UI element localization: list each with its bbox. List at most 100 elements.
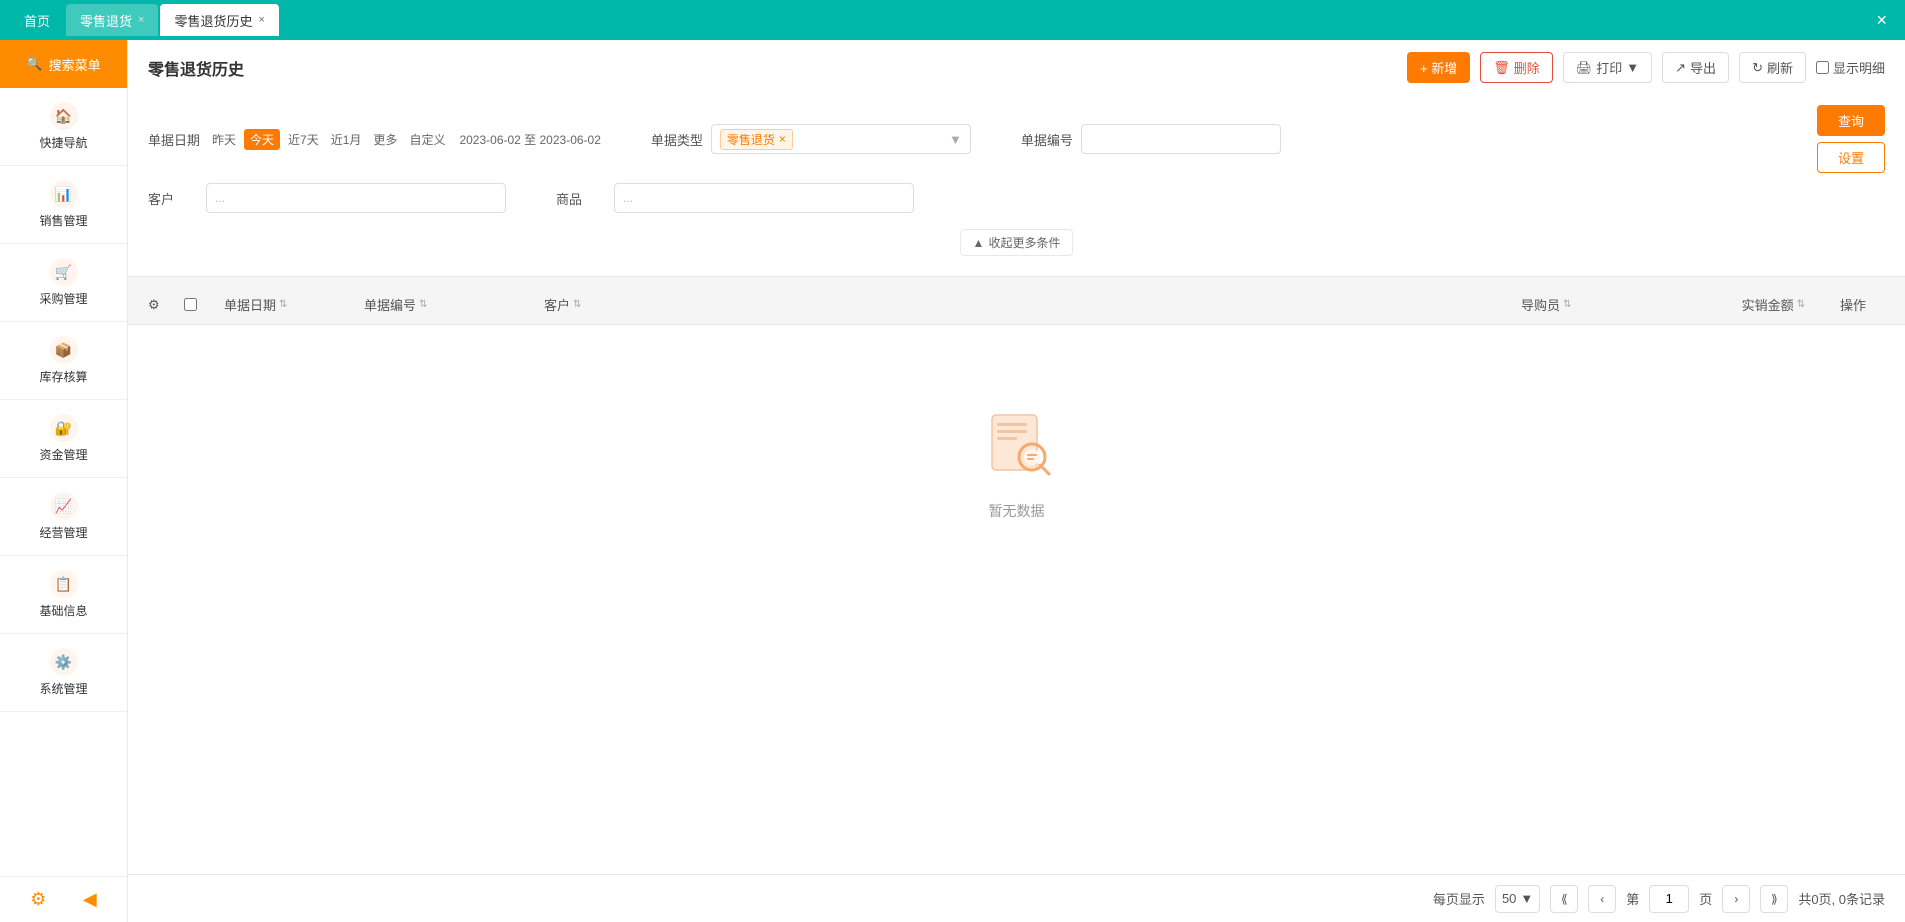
empty-state: 暂无数据 bbox=[128, 325, 1905, 601]
date-sort-icon[interactable]: ⇅ bbox=[279, 299, 287, 310]
per-page-label: 每页显示 bbox=[1433, 889, 1485, 908]
th-amount-label: 实销金额 bbox=[1742, 295, 1794, 314]
th-amount: 实销金额 ⇅ bbox=[1673, 295, 1813, 314]
more-shortcut[interactable]: 更多 bbox=[369, 129, 401, 150]
query-button[interactable]: 查询 bbox=[1817, 105, 1885, 136]
top-bar: 首页 零售退货 × 零售退货历史 × × bbox=[0, 0, 1905, 40]
next-page-button[interactable]: › bbox=[1722, 885, 1750, 913]
page-title-row: 零售退货历史 + 新增 🗑 删除 🖨 打印 ▼ ↗ 导出 bbox=[148, 52, 1885, 83]
bill-type-tag: 零售退货 × bbox=[720, 129, 793, 150]
table-settings-icon[interactable]: ⚙ bbox=[148, 297, 160, 313]
th-checkbox[interactable] bbox=[176, 298, 216, 311]
date-filter-item: 单据日期 昨天 今天 近7天 近1月 更多 自定义 bbox=[148, 129, 449, 150]
sys-mgmt-icon: ⚙️ bbox=[50, 648, 78, 676]
retail-return-close-icon[interactable]: × bbox=[138, 14, 144, 26]
page-size-value: 50 bbox=[1502, 891, 1516, 906]
delete-icon: 🗑 bbox=[1493, 60, 1510, 76]
bill-no-filter-item: 单据编号 bbox=[1021, 124, 1281, 154]
bill-type-select[interactable]: 零售退货 × ▼ bbox=[711, 124, 971, 154]
date-range-display: 2023-06-02 至 2023-06-02 bbox=[459, 131, 600, 148]
th-date: 单据日期 ⇅ bbox=[216, 295, 356, 314]
amount-sort-icon[interactable]: ⇅ bbox=[1797, 299, 1805, 310]
customer-select[interactable]: ... bbox=[206, 183, 506, 213]
tab-retail-return[interactable]: 零售退货 × bbox=[66, 4, 158, 36]
sidebar-item-purchase-mgmt[interactable]: 🛒 采购管理 bbox=[0, 244, 127, 322]
customer-label: 客户 bbox=[148, 189, 198, 208]
last7days-shortcut[interactable]: 近7天 bbox=[284, 129, 323, 150]
window-close-button[interactable]: × bbox=[1868, 10, 1895, 31]
retail-return-history-close-icon[interactable]: × bbox=[258, 14, 264, 26]
yesterday-shortcut[interactable]: 昨天 bbox=[208, 129, 240, 150]
page-label: 页 bbox=[1699, 889, 1712, 908]
inventory-label: 库存核算 bbox=[39, 368, 87, 385]
search-icon: 🔍 bbox=[26, 56, 42, 72]
pagination-bar: 每页显示 50 ▼ ⟪ ‹ 第 页 › ⟫ 共0页, 0条记录 bbox=[128, 874, 1905, 922]
toolbar: + 新增 🗑 删除 🖨 打印 ▼ ↗ 导出 ↻ bbox=[1407, 52, 1885, 83]
chapter-label: 第 bbox=[1626, 889, 1639, 908]
sidebar-item-operations[interactable]: 📈 经营管理 bbox=[0, 478, 127, 556]
th-billno: 单据编号 ⇅ bbox=[356, 295, 536, 314]
home-tab-label: 首页 bbox=[24, 11, 50, 30]
filter-row-2: 客户 ... 商品 ... bbox=[148, 183, 1885, 213]
sidebar-collapse-icon[interactable]: ◀ bbox=[83, 889, 97, 910]
page-header: 零售退货历史 + 新增 🗑 删除 🖨 打印 ▼ ↗ 导出 bbox=[128, 40, 1905, 277]
tab-home[interactable]: 首页 bbox=[10, 4, 64, 36]
show-detail-checkbox[interactable] bbox=[1816, 61, 1829, 74]
table-header: ⚙ 单据日期 ⇅ 单据编号 ⇅ 客户 ⇅ 导购员 bbox=[128, 285, 1905, 325]
sidebar-search[interactable]: 🔍 搜索菜单 bbox=[0, 40, 127, 88]
th-date-label: 单据日期 bbox=[224, 295, 276, 314]
today-shortcut[interactable]: 今天 bbox=[244, 129, 280, 150]
bill-type-filter-item: 单据类型 零售退货 × ▼ bbox=[651, 124, 971, 154]
bill-no-input[interactable] bbox=[1081, 124, 1281, 154]
filter-area: 单据日期 昨天 今天 近7天 近1月 更多 自定义 2023-06-02 至 2… bbox=[148, 95, 1885, 276]
first-page-button[interactable]: ⟪ bbox=[1550, 885, 1578, 913]
page-size-select[interactable]: 50 ▼ bbox=[1495, 885, 1540, 913]
page-size-dropdown-icon: ▼ bbox=[1520, 891, 1533, 906]
last1month-shortcut[interactable]: 近1月 bbox=[327, 129, 366, 150]
collapse-button[interactable]: ▲ 收起更多条件 bbox=[960, 229, 1074, 256]
sidebar-item-finance[interactable]: 🔐 资金管理 bbox=[0, 400, 127, 478]
th-ops: 操作 bbox=[1813, 295, 1893, 314]
delete-button[interactable]: 🗑 删除 bbox=[1480, 52, 1553, 83]
show-detail-label: 显示明细 bbox=[1833, 58, 1885, 77]
sidebar-item-quick-nav[interactable]: 🏠 快捷导航 bbox=[0, 88, 127, 166]
show-detail-checkbox-area[interactable]: 显示明细 bbox=[1816, 58, 1885, 77]
sidebar: 🔍 搜索菜单 🏠 快捷导航 📊 销售管理 🛒 采购管理 📦 库存核算 🔐 资金管… bbox=[0, 40, 128, 922]
goods-select[interactable]: ... bbox=[614, 183, 914, 213]
last-page-button[interactable]: ⟫ bbox=[1760, 885, 1788, 913]
tab-retail-return-history[interactable]: 零售退货历史 × bbox=[160, 4, 278, 36]
empty-icon bbox=[977, 405, 1057, 485]
sales-mgmt-label: 销售管理 bbox=[39, 212, 87, 229]
billno-sort-icon[interactable]: ⇅ bbox=[419, 299, 427, 310]
prev-page-button[interactable]: ‹ bbox=[1588, 885, 1616, 913]
sidebar-settings-icon[interactable]: ⚙ bbox=[30, 889, 46, 910]
goods-filter-item: 商品 ... bbox=[556, 183, 914, 213]
customer-filter-item: 客户 ... bbox=[148, 183, 506, 213]
print-button[interactable]: 🖨 打印 ▼ bbox=[1563, 52, 1652, 83]
retail-return-history-tab-label: 零售退货历史 bbox=[174, 11, 252, 30]
sidebar-item-sys-mgmt[interactable]: ⚙️ 系统管理 bbox=[0, 634, 127, 712]
guide-sort-icon[interactable]: ⇅ bbox=[1563, 299, 1571, 310]
refresh-button[interactable]: ↻ 刷新 bbox=[1739, 52, 1806, 83]
sidebar-item-inventory[interactable]: 📦 库存核算 bbox=[0, 322, 127, 400]
quick-nav-label: 快捷导航 bbox=[39, 134, 87, 151]
export-icon: ↗ bbox=[1675, 60, 1686, 76]
purchase-mgmt-icon: 🛒 bbox=[50, 258, 78, 286]
sidebar-item-sales-mgmt[interactable]: 📊 销售管理 bbox=[0, 166, 127, 244]
quick-nav-icon: 🏠 bbox=[50, 102, 78, 130]
sidebar-item-basic-info[interactable]: 📋 基础信息 bbox=[0, 556, 127, 634]
page-number-input[interactable] bbox=[1649, 885, 1689, 913]
basic-info-icon: 📋 bbox=[50, 570, 78, 598]
goods-label: 商品 bbox=[556, 189, 606, 208]
page-title: 零售退货历史 bbox=[148, 56, 244, 80]
export-button[interactable]: ↗ 导出 bbox=[1662, 52, 1729, 83]
custom-shortcut[interactable]: 自定义 bbox=[405, 129, 449, 150]
filter-settings-button[interactable]: 设置 bbox=[1817, 142, 1885, 173]
bill-type-tag-remove[interactable]: × bbox=[779, 132, 786, 146]
new-button[interactable]: + 新增 bbox=[1407, 52, 1470, 83]
customer-sort-icon[interactable]: ⇅ bbox=[573, 299, 581, 310]
print-icon: 🖨 bbox=[1576, 60, 1593, 76]
operations-icon: 📈 bbox=[50, 492, 78, 520]
th-settings[interactable]: ⚙ bbox=[140, 297, 176, 313]
select-all-checkbox[interactable] bbox=[184, 298, 197, 311]
